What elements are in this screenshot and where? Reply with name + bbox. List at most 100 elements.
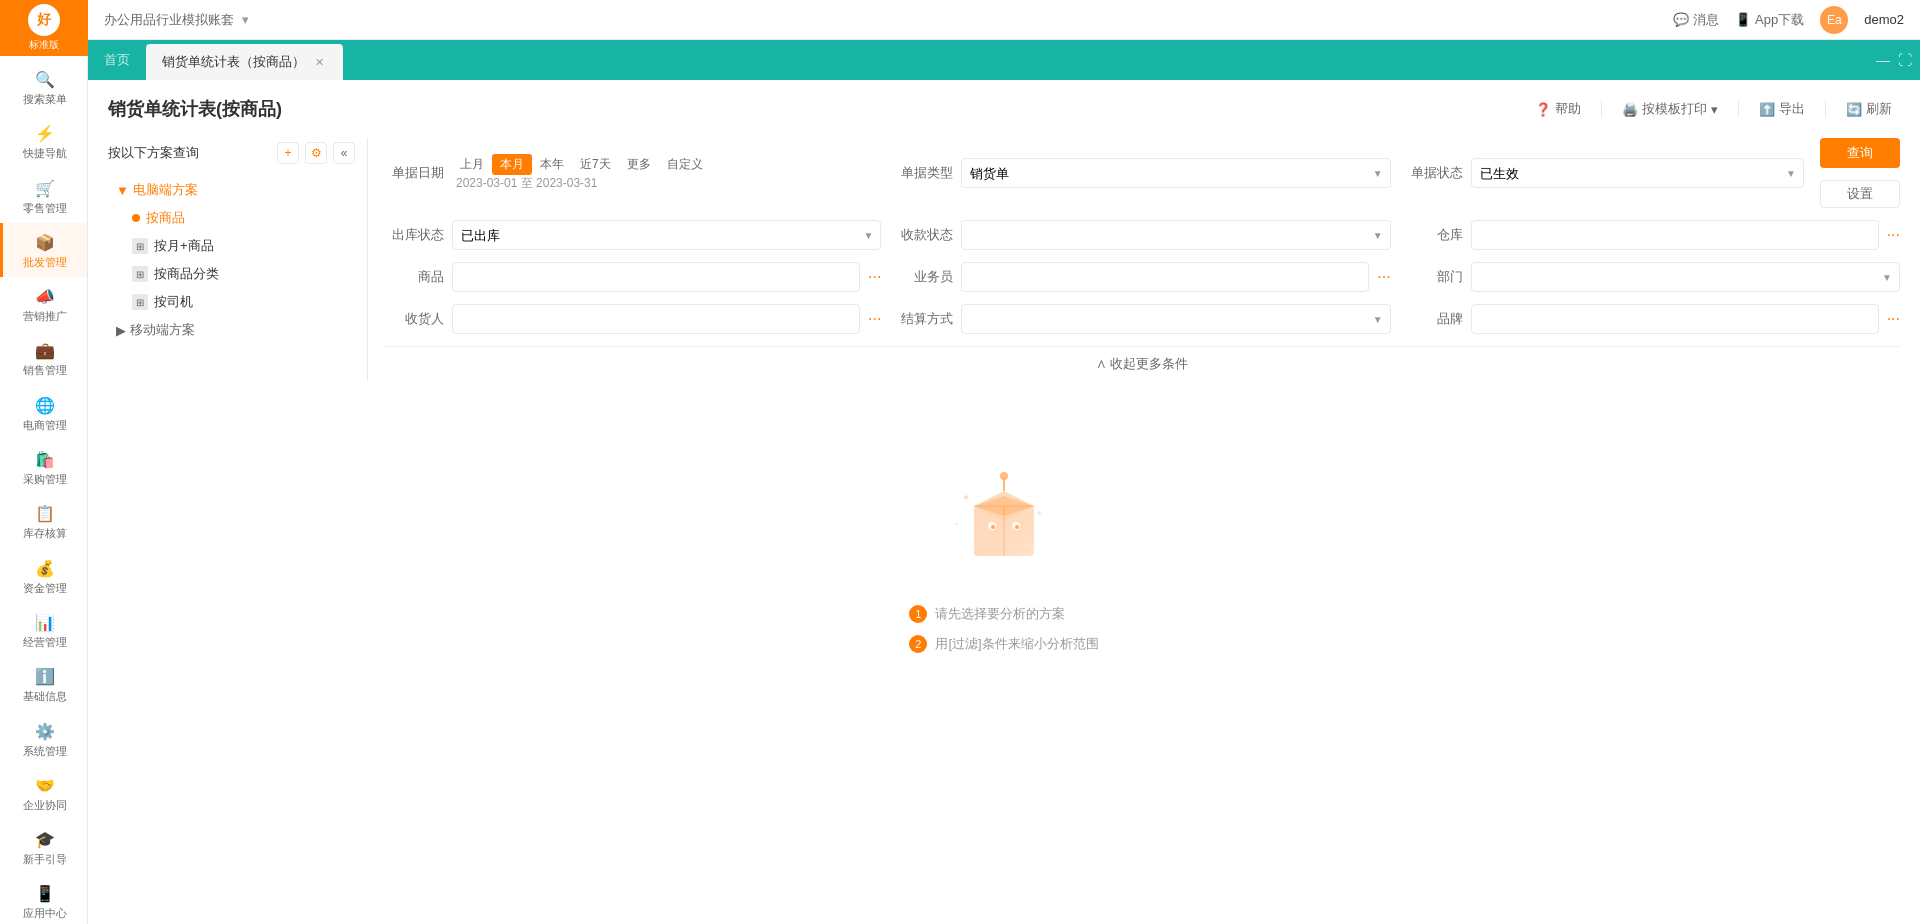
docstatus-select-wrap: 已生效: [1471, 158, 1804, 188]
industry-label: 办公用品行业模拟账套: [104, 11, 234, 29]
sidebar-item-retail[interactable]: 🛒 零售管理: [0, 169, 87, 223]
basic-icon: ℹ️: [35, 667, 55, 686]
warehouse-input[interactable]: [1471, 220, 1879, 250]
salesperson-dots[interactable]: ···: [1377, 268, 1390, 286]
newbie-icon: 🎓: [35, 830, 55, 849]
filter-sidebar-actions: + ⚙ «: [277, 142, 355, 164]
industry-dropdown-icon[interactable]: ▾: [242, 12, 249, 27]
tree-collapse-icon: ▶: [116, 323, 126, 338]
tab-report[interactable]: 销货单统计表（按商品） ✕: [146, 44, 343, 80]
sidebar-item-basic[interactable]: ℹ️ 基础信息: [0, 657, 87, 711]
sidebar-item-wholesale[interactable]: 📦 批发管理: [0, 223, 87, 277]
edit-scheme-btn[interactable]: ⚙: [305, 142, 327, 164]
add-scheme-btn[interactable]: +: [277, 142, 299, 164]
filter-field-brand: 品牌 ···: [1403, 304, 1900, 334]
goods-dots[interactable]: ···: [868, 268, 881, 286]
warehouse-dots[interactable]: ···: [1887, 226, 1900, 244]
tip-num-1: 1: [909, 605, 927, 623]
goods-label: 商品: [384, 268, 444, 286]
doctype-select[interactable]: 销货单: [961, 158, 1390, 188]
date-range-display: 2023-03-01 至 2023-03-31: [456, 175, 881, 192]
tree-item-by-month-goods[interactable]: ⊞ 按月+商品: [124, 232, 355, 260]
date-btn-more[interactable]: 更多: [619, 154, 659, 175]
outstatus-select[interactable]: 已出库: [452, 220, 881, 250]
tree-item-by-category[interactable]: ⊞ 按商品分类: [124, 260, 355, 288]
sidebar-item-quick[interactable]: ⚡ 快捷导航: [0, 114, 87, 168]
brand-dots[interactable]: ···: [1887, 310, 1900, 328]
tip-num-2: 2: [909, 635, 927, 653]
brand-input[interactable]: [1471, 304, 1879, 334]
filter-field-outstatus: 出库状态 已出库: [384, 220, 881, 250]
sidebar-item-label: 库存核算: [23, 526, 67, 540]
docstatus-select[interactable]: 已生效: [1471, 158, 1804, 188]
goods-input[interactable]: [452, 262, 860, 292]
app-download-btn[interactable]: 📱 App下载: [1735, 11, 1804, 29]
page-content: 销货单统计表(按商品) ❓ 帮助 🖨️ 按模板打印 ▾ ⬆️: [88, 80, 1920, 924]
warehouse-label: 仓库: [1403, 226, 1463, 244]
collapse-sidebar-btn[interactable]: «: [333, 142, 355, 164]
topbar-left: 办公用品行业模拟账套 ▾: [104, 11, 249, 29]
help-btn[interactable]: ❓ 帮助: [1527, 96, 1589, 122]
date-btn-custom[interactable]: 自定义: [659, 154, 711, 175]
svg-text:✦: ✦: [962, 492, 970, 503]
sidebar-item-search[interactable]: 🔍 搜索菜单: [0, 60, 87, 114]
tab-close-btn[interactable]: ✕: [311, 54, 327, 70]
collapse-conditions-btn[interactable]: ∧ 收起更多条件: [384, 346, 1900, 381]
filter-sidebar: 按以下方案查询 + ⚙ « ▼ 电脑端方案: [108, 138, 368, 381]
user-avatar[interactable]: Ea: [1820, 6, 1848, 34]
print-btn[interactable]: 🖨️ 按模板打印 ▾: [1614, 96, 1726, 122]
date-shortcuts-row: 上月 本月 本年 近7天 更多 自定义: [452, 154, 881, 175]
empty-illustration: ✦ ✦ ✦: [944, 461, 1064, 581]
sidebar-item-sales[interactable]: 💼 销售管理: [0, 331, 87, 385]
sidebar-item-label: 应用中心: [23, 906, 67, 920]
sidebar-item-inventory[interactable]: 📋 库存核算: [0, 494, 87, 548]
tab-maximize-btn[interactable]: ⛶: [1898, 52, 1912, 68]
date-btn-7days[interactable]: 近7天: [572, 154, 619, 175]
sidebar-item-purchase[interactable]: 🛍️ 采购管理: [0, 440, 87, 494]
system-icon: ⚙️: [35, 722, 55, 741]
sidebar-item-operation[interactable]: 📊 经营管理: [0, 603, 87, 657]
tab-minimize-btn[interactable]: —: [1876, 52, 1890, 68]
date-btn-this-month[interactable]: 本月: [492, 154, 532, 175]
tree-parent-desktop[interactable]: ▼ 电脑端方案: [108, 176, 355, 204]
paymentstatus-label: 收款状态: [893, 226, 953, 244]
message-btn[interactable]: 💬 消息: [1673, 11, 1719, 29]
sidebar-item-ecommerce[interactable]: 🌐 电商管理: [0, 386, 87, 440]
tree-item-label: 按商品分类: [154, 265, 219, 283]
topbar-right: 💬 消息 📱 App下载 Ea demo2: [1673, 6, 1904, 34]
sidebar-item-marketing[interactable]: 📣 营销推广: [0, 277, 87, 331]
filter-sidebar-title: 按以下方案查询: [108, 144, 199, 162]
salesperson-input[interactable]: [961, 262, 1369, 292]
search-icon: 🔍: [35, 70, 55, 89]
date-btn-this-year[interactable]: 本年: [532, 154, 572, 175]
quick-icon: ⚡: [35, 124, 55, 143]
tree-item-by-machine[interactable]: ⊞ 按司机: [124, 288, 355, 316]
tab-home[interactable]: 首页: [88, 40, 146, 80]
help-label: 帮助: [1555, 100, 1581, 118]
sidebar-item-coop[interactable]: 🤝 企业协同: [0, 766, 87, 820]
query-button[interactable]: 查询: [1820, 138, 1900, 168]
svg-point-8: [1015, 525, 1019, 529]
receiver-dots[interactable]: ···: [868, 310, 881, 328]
tabbar-actions: — ⛶: [1876, 52, 1920, 68]
tree-item-by-goods[interactable]: 按商品: [124, 204, 355, 232]
filter-row-1: 单据日期 上月 本月 本年 近7天 更多 自定义 20: [384, 138, 1900, 208]
paymentstatus-select[interactable]: [961, 220, 1390, 250]
setting-button[interactable]: 设置: [1820, 180, 1900, 208]
settlement-select[interactable]: [961, 304, 1390, 334]
divider2: [1738, 101, 1739, 117]
receiver-input[interactable]: [452, 304, 860, 334]
sidebar-item-apps[interactable]: 📱 应用中心: [0, 874, 87, 924]
sidebar-item-finance[interactable]: 💰 资金管理: [0, 549, 87, 603]
sidebar-item-system[interactable]: ⚙️ 系统管理: [0, 712, 87, 766]
avatar-icon: Ea: [1827, 13, 1842, 27]
export-btn[interactable]: ⬆️ 导出: [1751, 96, 1813, 122]
tree-parent-mobile[interactable]: ▶ 移动端方案: [108, 316, 355, 344]
sidebar-item-label: 经营管理: [23, 635, 67, 649]
sidebar-item-newbie[interactable]: 🎓 新手引导: [0, 820, 87, 874]
refresh-btn[interactable]: 🔄 刷新: [1838, 96, 1900, 122]
department-select[interactable]: [1471, 262, 1900, 292]
date-btn-last-month[interactable]: 上月: [452, 154, 492, 175]
sidebar-item-label: 销售管理: [23, 363, 67, 377]
filter-row-4: 收货人 ··· 结算方式: [384, 304, 1900, 334]
